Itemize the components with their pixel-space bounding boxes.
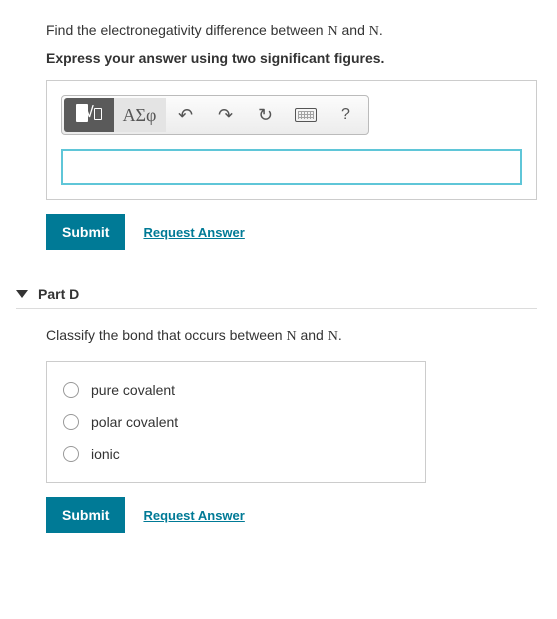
keyboard-icon	[295, 108, 317, 122]
redo-icon: ↷	[218, 105, 233, 126]
request-answer-link[interactable]: Request Answer	[143, 225, 244, 240]
reset-icon: ↻	[258, 105, 273, 126]
keyboard-button[interactable]	[286, 98, 326, 132]
option-ionic[interactable]: ionic	[63, 438, 409, 470]
greek-button[interactable]: ΑΣφ	[114, 98, 166, 132]
part-d-prompt: Classify the bond that occurs between N …	[46, 325, 537, 347]
pd-text-c: .	[338, 327, 342, 343]
q1-text-a: Find the electronegativity difference be…	[46, 22, 327, 38]
answer-area: √ ΑΣφ ↶ ↷ ↻ ?	[46, 80, 537, 200]
part-d-title: Part D	[38, 286, 79, 302]
q1-var1: N	[327, 24, 337, 39]
radio-icon[interactable]	[63, 446, 79, 462]
pd-var1: N	[286, 329, 296, 344]
question-prompt: Find the electronegativity difference be…	[46, 20, 537, 42]
q1-submit-row: Submit Request Answer	[46, 214, 537, 250]
undo-button[interactable]: ↶	[166, 98, 206, 132]
answer-instruction: Express your answer using two significan…	[46, 50, 537, 66]
pd-submit-row: Submit Request Answer	[46, 497, 537, 533]
pd-text-a: Classify the bond that occurs between	[46, 327, 286, 343]
option-pure-covalent[interactable]: pure covalent	[63, 374, 409, 406]
pd-text-b: and	[297, 327, 328, 343]
submit-button[interactable]: Submit	[46, 497, 125, 533]
reset-button[interactable]: ↻	[246, 98, 286, 132]
q1-text-c: .	[379, 22, 383, 38]
undo-icon: ↶	[178, 105, 193, 126]
templates-icon: √	[76, 104, 102, 126]
option-label: polar covalent	[91, 414, 178, 430]
answer-input[interactable]	[61, 149, 522, 185]
part-d-header[interactable]: Part D	[16, 286, 537, 309]
pd-var2: N	[328, 329, 338, 344]
templates-button[interactable]: √	[64, 98, 114, 132]
option-label: ionic	[91, 446, 120, 462]
submit-button[interactable]: Submit	[46, 214, 125, 250]
q1-text-b: and	[338, 22, 369, 38]
chevron-down-icon	[16, 290, 28, 298]
options-box: pure covalent polar covalent ionic	[46, 361, 426, 483]
request-answer-link[interactable]: Request Answer	[143, 508, 244, 523]
radio-icon[interactable]	[63, 382, 79, 398]
help-button[interactable]: ?	[326, 98, 366, 132]
option-label: pure covalent	[91, 382, 175, 398]
radio-icon[interactable]	[63, 414, 79, 430]
q1-var2: N	[369, 24, 379, 39]
option-polar-covalent[interactable]: polar covalent	[63, 406, 409, 438]
part-d-section: Part D Classify the bond that occurs bet…	[16, 286, 537, 533]
equation-toolbar: √ ΑΣφ ↶ ↷ ↻ ?	[61, 95, 369, 135]
redo-button[interactable]: ↷	[206, 98, 246, 132]
